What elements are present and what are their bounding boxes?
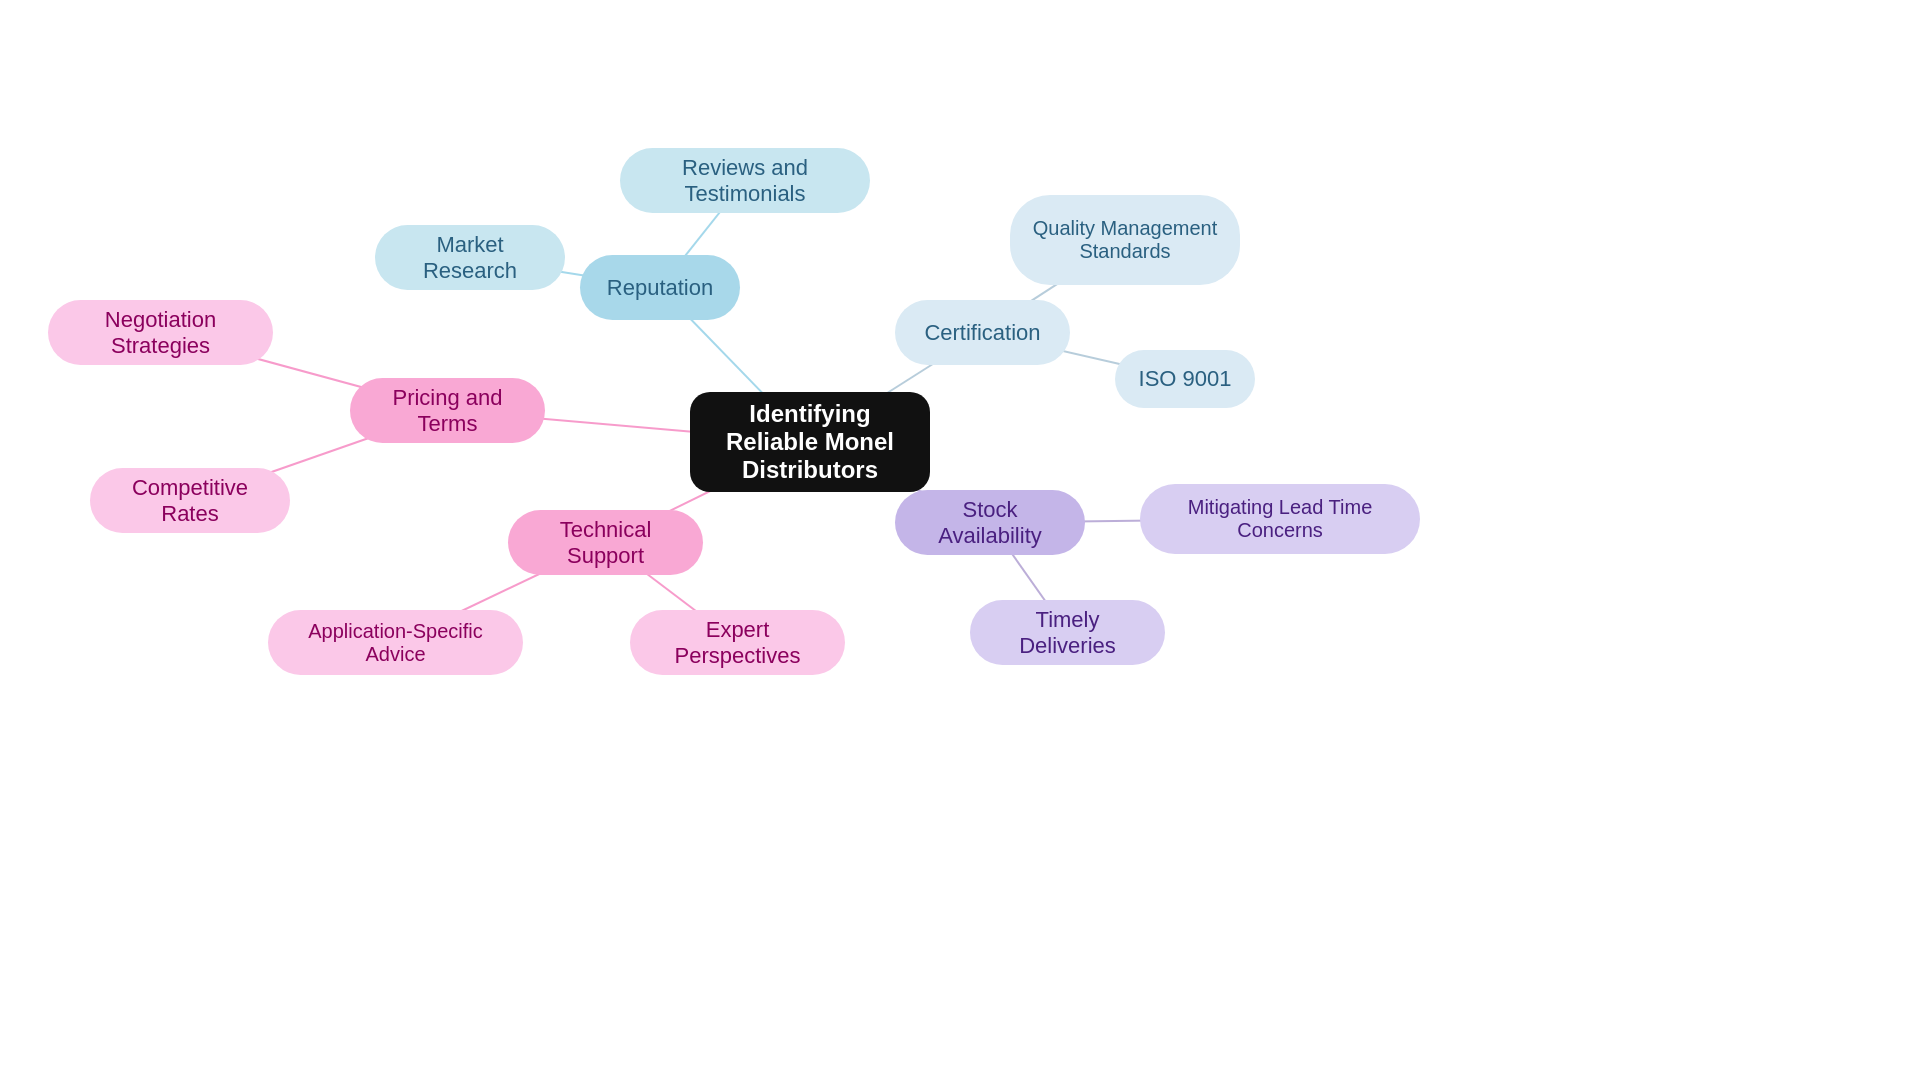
competitive-rates-node: Competitive Rates	[90, 468, 290, 533]
app-advice-node: Application-Specific Advice	[268, 610, 523, 675]
iso-label: ISO 9001	[1139, 366, 1232, 392]
mitigating-lead-node: Mitigating Lead Time Concerns	[1140, 484, 1420, 554]
reputation-label: Reputation	[607, 275, 713, 301]
mitigating-lead-label: Mitigating Lead Time Concerns	[1162, 496, 1398, 542]
negotiation-node: Negotiation Strategies	[48, 300, 273, 365]
center-node: Identifying Reliable Monel Distributors	[690, 392, 930, 492]
expert-perspectives-node: Expert Perspectives	[630, 610, 845, 675]
stock-availability-label: Stock Availability	[917, 497, 1063, 549]
quality-mgmt-label: Quality Management Standards	[1033, 217, 1218, 263]
reviews-node: Reviews and Testimonials	[620, 148, 870, 213]
quality-mgmt-node: Quality Management Standards	[1010, 195, 1240, 285]
market-research-label: Market Research	[397, 232, 543, 284]
competitive-rates-label: Competitive Rates	[112, 475, 268, 527]
reviews-label: Reviews and Testimonials	[642, 155, 848, 207]
reputation-node: Reputation	[580, 255, 740, 320]
technical-support-node: Technical Support	[508, 510, 703, 575]
expert-perspectives-label: Expert Perspectives	[652, 617, 823, 669]
certification-node: Certification	[895, 300, 1070, 365]
pricing-terms-node: Pricing and Terms	[350, 378, 545, 443]
technical-support-label: Technical Support	[530, 517, 681, 569]
pricing-terms-label: Pricing and Terms	[372, 385, 523, 437]
iso-node: ISO 9001	[1115, 350, 1255, 408]
app-advice-label: Application-Specific Advice	[290, 620, 501, 666]
center-label: Identifying Reliable Monel Distributors	[712, 400, 908, 484]
stock-availability-node: Stock Availability	[895, 490, 1085, 555]
market-research-node: Market Research	[375, 225, 565, 290]
certification-label: Certification	[924, 320, 1040, 346]
timely-deliveries-node: Timely Deliveries	[970, 600, 1165, 665]
negotiation-label: Negotiation Strategies	[70, 307, 251, 359]
timely-deliveries-label: Timely Deliveries	[992, 607, 1143, 659]
